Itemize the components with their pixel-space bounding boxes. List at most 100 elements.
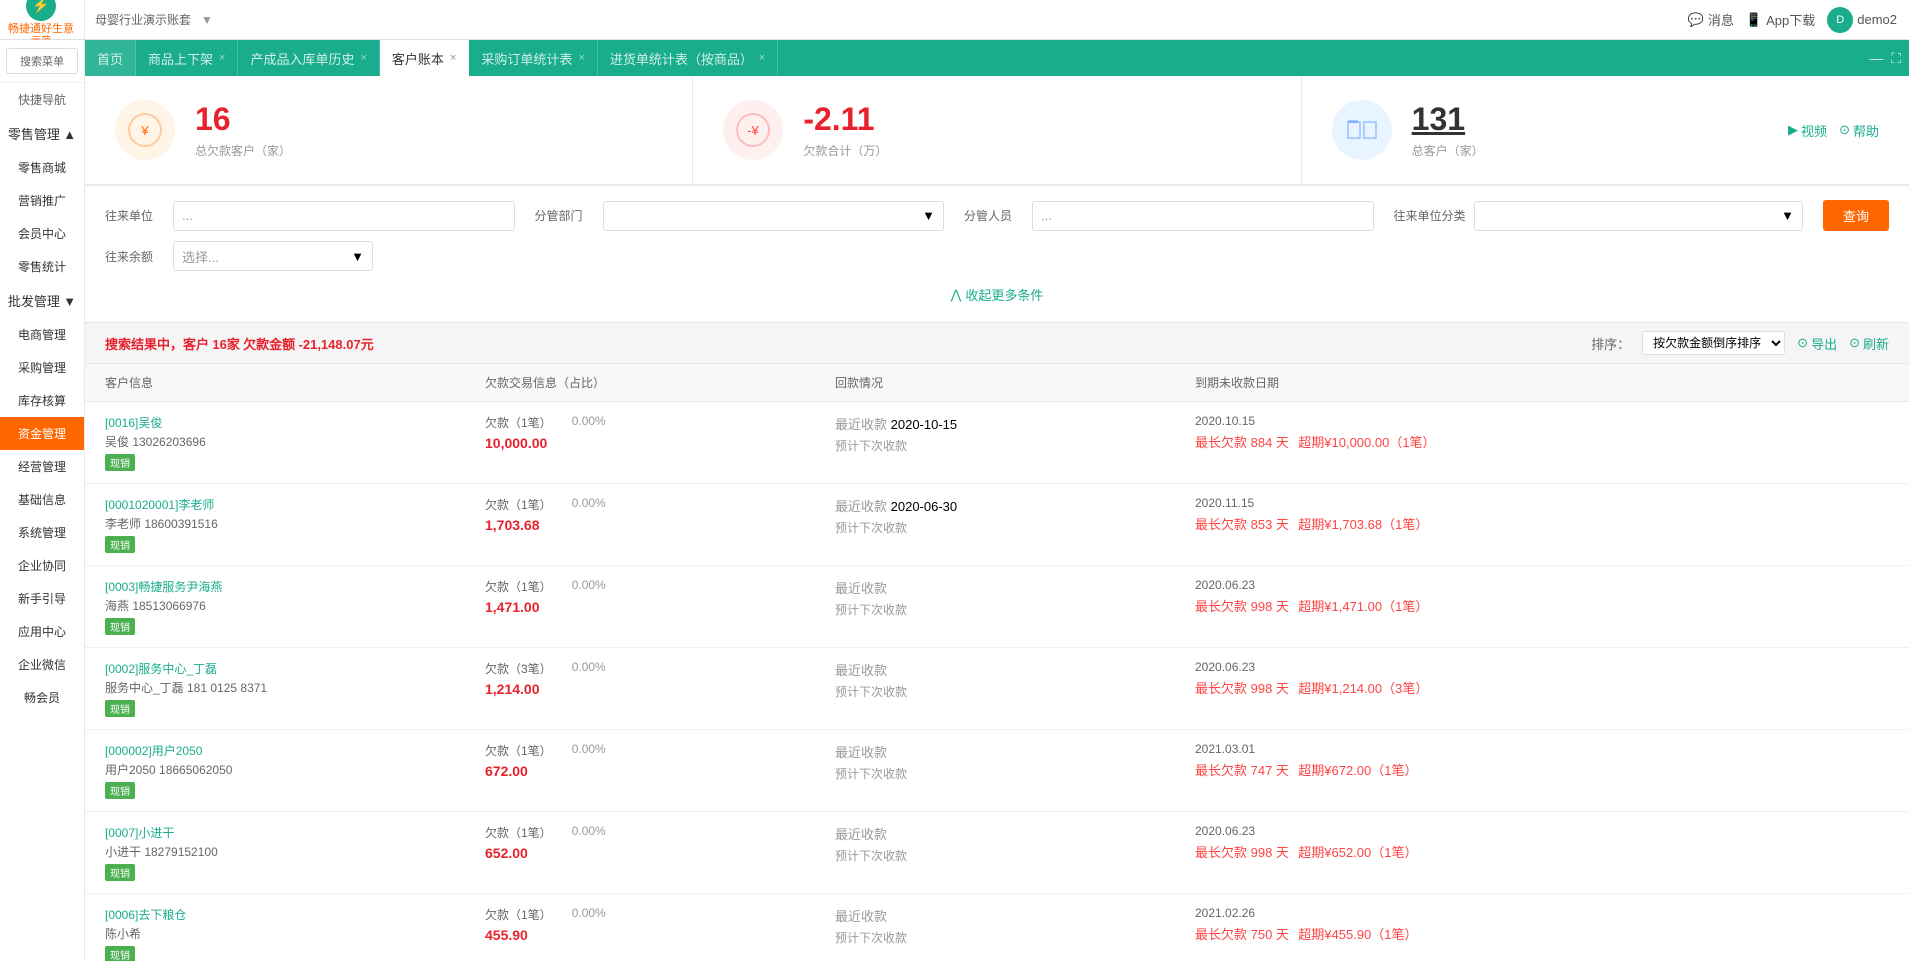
sidebar-item-purchase-mgmt[interactable]: 采购管理	[0, 351, 84, 384]
customer-info-5: [0007]小进干 小进干 18279152100 现销	[105, 824, 485, 881]
collection-next-2: 预计下次收款	[835, 601, 1195, 618]
debt-info-3: 欠款（3笔） 1,214.00 0.00%	[485, 660, 835, 697]
top-nav: 母婴行业演示账套 ▼	[85, 0, 1688, 39]
sidebar-item-wholesale-mgmt[interactable]: 批发管理 ▼	[0, 283, 84, 318]
debt-info-1: 欠款（1笔） 1,703.68 0.00%	[485, 496, 835, 533]
sidebar-item-retail-stats[interactable]: 零售统计	[0, 250, 84, 283]
tab-close-production-history[interactable]: ×	[360, 52, 366, 64]
overdue-3[interactable]: 最长欠款 998 天 超期¥1,214.00（3笔）	[1195, 678, 1889, 697]
customer-code-4[interactable]: [000002]用户2050	[105, 742, 485, 759]
overdue-0[interactable]: 最长欠款 884 天 超期¥10,000.00（1笔）	[1195, 432, 1889, 451]
debt-amount-4[interactable]: 672.00	[485, 763, 552, 779]
stat-info-total-customers: 131 总客户（家）	[1412, 101, 1484, 159]
overdue-6[interactable]: 最长欠款 750 天 超期¥455.90（1笔）	[1195, 924, 1889, 943]
sidebar-item-quick-nav[interactable]: 快捷导航	[0, 83, 84, 116]
sort-select[interactable]: 按欠款金额倒序排序	[1642, 331, 1785, 355]
sidebar-item-operations[interactable]: 经营管理	[0, 450, 84, 483]
tab-close-customer-account[interactable]: ×	[450, 52, 456, 64]
stat-label-total-customers: 总客户（家）	[1412, 142, 1484, 159]
page-content: ¥ 16 总欠款客户（家） -¥ -2.11 欠款合计（万）	[85, 76, 1909, 961]
due-info-0: 2020.10.15 最长欠款 884 天 超期¥10,000.00（1笔）	[1195, 414, 1889, 451]
overdue-2[interactable]: 最长欠款 998 天 超期¥1,471.00（1笔）	[1195, 596, 1889, 615]
due-info-1: 2020.11.15 最长欠款 853 天 超期¥1,703.68（1笔）	[1195, 496, 1889, 533]
debt-amount-0[interactable]: 10,000.00	[485, 435, 552, 451]
collection-next-1: 预计下次收款	[835, 519, 1195, 536]
tab-close-purchase-stats[interactable]: ×	[759, 52, 765, 64]
export-btn[interactable]: ⊙ 导出	[1797, 334, 1837, 353]
tab-close-purchase-summary[interactable]: ×	[578, 52, 584, 64]
customer-code-0[interactable]: [0016]吴俊	[105, 414, 485, 431]
filter-person: 分管人员 ...	[964, 201, 1374, 231]
sidebar-item-inventory[interactable]: 库存核算	[0, 384, 84, 417]
stats-bar: ¥ 16 总欠款客户（家） -¥ -2.11 欠款合计（万）	[85, 76, 1909, 186]
sidebar-item-app-center[interactable]: 应用中心	[0, 615, 84, 648]
col-header-debt: 欠款交易信息（占比）	[485, 374, 835, 391]
customer-code-1[interactable]: [0001020001]李老师	[105, 496, 485, 513]
overdue-1[interactable]: 最长欠款 853 天 超期¥1,703.68（1笔）	[1195, 514, 1889, 533]
sidebar-item-member[interactable]: 畅会员	[0, 681, 84, 714]
sort-label: 排序：	[1591, 334, 1630, 353]
top-right: 💬 消息 📱 App下载 D demo2	[1688, 7, 1909, 33]
sidebar-item-member-center[interactable]: 会员中心	[0, 217, 84, 250]
tab-purchase-summary[interactable]: 采购订单统计表 ×	[469, 40, 597, 76]
debt-label-2: 欠款（1笔）	[485, 578, 552, 595]
tab-customer-account[interactable]: 客户账本 ×	[380, 40, 469, 76]
sidebar-item-new-guide[interactable]: 新手引导	[0, 582, 84, 615]
collection-info-4: 最近收款 预计下次收款	[835, 742, 1195, 782]
chevron-down-icon-3: ▼	[351, 249, 364, 264]
customer-code-5[interactable]: [0007]小进干	[105, 824, 485, 841]
filter-dept-select[interactable]: ▼	[603, 201, 945, 231]
debt-percent-1: 0.00%	[572, 496, 606, 510]
table-row: [000002]用户2050 用户2050 18665062050 现销 欠款（…	[85, 730, 1909, 812]
customer-code-3[interactable]: [0002]服务中心_丁磊	[105, 660, 485, 677]
collapse-btn[interactable]: ⋀ 收起更多条件	[951, 285, 1044, 304]
debt-label-1: 欠款（1笔）	[485, 496, 552, 513]
tab-maximize-icon[interactable]: ⛶	[1891, 50, 1901, 67]
debt-amount-6[interactable]: 455.90	[485, 927, 552, 943]
tab-close-goods-listing[interactable]: ×	[219, 52, 225, 64]
tab-home[interactable]: 首页	[85, 40, 136, 76]
customer-code-2[interactable]: [0003]畅捷服务尹海燕	[105, 578, 485, 595]
debt-info-4: 欠款（1笔） 672.00 0.00%	[485, 742, 835, 779]
debt-amount-1[interactable]: 1,703.68	[485, 517, 552, 533]
app-download-btn[interactable]: 📱 App下载	[1746, 10, 1815, 29]
svg-text:-¥: -¥	[748, 123, 760, 138]
debt-amount-5[interactable]: 652.00	[485, 845, 552, 861]
tab-goods-listing[interactable]: 商品上下架 ×	[136, 40, 238, 76]
search-button[interactable]: 查询	[1823, 200, 1889, 231]
sidebar-item-enterprise-wechat[interactable]: 企业微信	[0, 648, 84, 681]
refresh-btn[interactable]: ⊙ 刷新	[1849, 334, 1889, 353]
tab-purchase-stats[interactable]: 进货单统计表（按商品） ×	[598, 40, 778, 76]
tab-minimize-icon[interactable]: —	[1869, 50, 1883, 66]
sidebar-item-enterprise-collab[interactable]: 企业协同	[0, 549, 84, 582]
due-date-2: 2020.06.23	[1195, 578, 1889, 592]
help-btn[interactable]: ⊙ 帮助	[1839, 121, 1879, 140]
collection-next-6: 预计下次收款	[835, 929, 1195, 946]
sidebar-item-ecommerce[interactable]: 电商管理	[0, 318, 84, 351]
sidebar-item-marketing[interactable]: 营销推广	[0, 184, 84, 217]
debt-amount-3[interactable]: 1,214.00	[485, 681, 552, 697]
filter-unit-input[interactable]: ...	[173, 201, 515, 231]
message-icon: 💬	[1688, 12, 1704, 28]
debt-amount-2[interactable]: 1,471.00	[485, 599, 552, 615]
filter-category-select[interactable]: ▼	[1474, 201, 1803, 231]
tab-production-history[interactable]: 产成品入库单历史 ×	[238, 40, 379, 76]
customer-code-6[interactable]: [0006]去下粮仓	[105, 906, 485, 923]
sidebar-search-btn[interactable]: 搜索菜单	[6, 48, 78, 74]
overdue-4[interactable]: 最长欠款 747 天 超期¥672.00（1笔）	[1195, 760, 1889, 779]
filter-person-input[interactable]: ...	[1032, 201, 1374, 231]
stat-number-debt-customers: 16	[195, 101, 291, 138]
stat-actions: ▶ 视频 ⊙ 帮助	[1788, 121, 1879, 140]
sidebar-item-retail-mall[interactable]: 零售商城	[0, 151, 84, 184]
overdue-5[interactable]: 最长欠款 998 天 超期¥652.00（1笔）	[1195, 842, 1889, 861]
sidebar-item-system[interactable]: 系统管理	[0, 516, 84, 549]
user-avatar[interactable]: D demo2	[1827, 7, 1897, 33]
stat-card-debt-total: -¥ -2.11 欠款合计（万）	[693, 76, 1301, 184]
view-video-btn[interactable]: ▶ 视频	[1788, 121, 1827, 140]
sidebar-item-basic-info[interactable]: 基础信息	[0, 483, 84, 516]
collection-next-3: 预计下次收款	[835, 683, 1195, 700]
message-btn[interactable]: 💬 消息	[1688, 10, 1734, 29]
sidebar-item-finance[interactable]: 资金管理	[0, 417, 84, 450]
filter-balance-select[interactable]: 选择... ▼	[173, 241, 373, 271]
sidebar-item-retail-mgmt[interactable]: 零售管理 ▲	[0, 116, 84, 151]
